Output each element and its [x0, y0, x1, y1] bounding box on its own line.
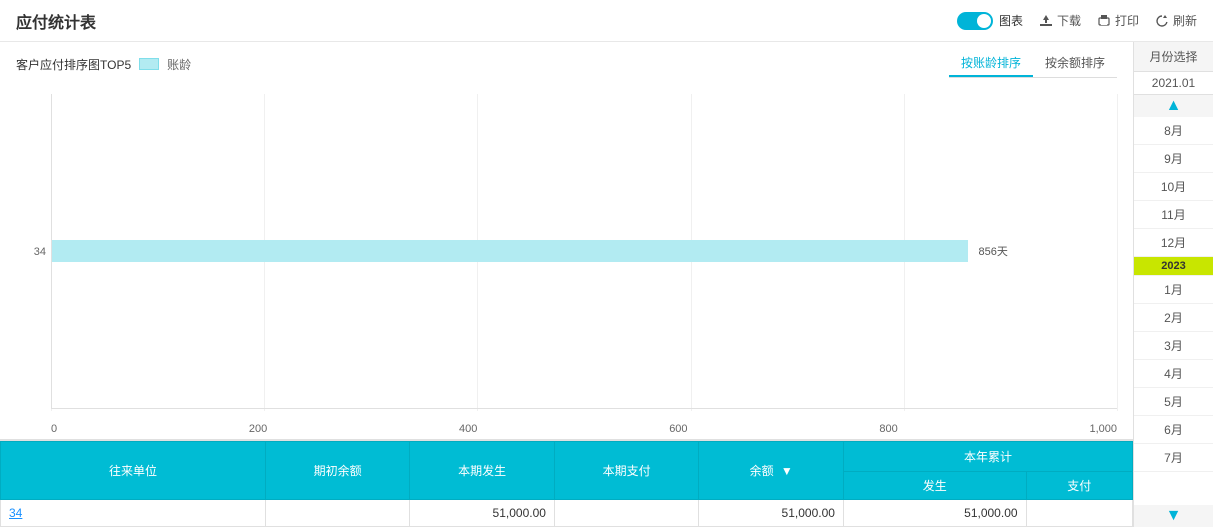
- x-label-1000: 1,000: [1089, 423, 1117, 435]
- x-label-400: 400: [459, 423, 477, 435]
- sidebar-down-button[interactable]: ▼: [1134, 505, 1213, 527]
- th-nian-zhifu: 支付: [1026, 472, 1132, 500]
- refresh-button[interactable]: 刷新: [1155, 12, 1197, 29]
- td-benzhifu: [554, 500, 699, 527]
- chevron-down-icon: ▼: [1166, 508, 1182, 524]
- sidebar-month-3[interactable]: 3月: [1134, 332, 1213, 360]
- td-nian-fasheng: 51,000.00: [843, 500, 1026, 527]
- sidebar-month-5[interactable]: 5月: [1134, 388, 1213, 416]
- x-labels: 0 200 400 600 800 1,000: [51, 423, 1117, 439]
- th-qichu: 期初余额: [265, 442, 410, 500]
- chart-toggle-wrap: 图表: [957, 12, 1023, 30]
- x-label-0: 0: [51, 423, 57, 435]
- chart-toggle[interactable]: [957, 12, 993, 30]
- sidebar-month-2[interactable]: 2月: [1134, 304, 1213, 332]
- sidebar-year: 2021.01: [1134, 72, 1213, 95]
- bar-value: 856天: [979, 243, 1008, 259]
- app-container: 应付统计表 图表 下载 打印 刷新: [0, 0, 1213, 527]
- sort-tab-balance[interactable]: 按余额排序: [1033, 50, 1117, 77]
- td-yue: 51,000.00: [699, 500, 844, 527]
- page-title: 应付统计表: [16, 9, 96, 33]
- download-icon: [1039, 14, 1053, 28]
- sidebar-month-10[interactable]: 10月: [1134, 173, 1213, 201]
- sort-tabs: 按账龄排序 按余额排序: [949, 50, 1117, 78]
- print-icon: [1097, 14, 1111, 28]
- chart-legend: 客户应付排序图TOP5 账龄: [16, 56, 191, 73]
- chart-area: 34 856天: [16, 94, 1117, 439]
- td-nian-zhifu: [1026, 500, 1132, 527]
- table-wrap: 往来单位 期初余额 本期发生 本期支付 余额 ▼ 本年累计: [0, 441, 1133, 527]
- download-button[interactable]: 下载: [1039, 12, 1081, 29]
- legend-box: [139, 58, 159, 70]
- table-row: 34 51,000.00 51,000.00 51,000.00: [1, 500, 1133, 527]
- sidebar-month-11[interactable]: 11月: [1134, 201, 1213, 229]
- th-benzhifu: 本期支付: [554, 442, 699, 500]
- chart-wrap: 34 856天: [0, 86, 1133, 439]
- td-qichu: [265, 500, 410, 527]
- th-nianlei: 本年累计: [843, 442, 1132, 472]
- print-button[interactable]: 打印: [1097, 12, 1139, 29]
- bar: 856天: [52, 240, 968, 262]
- sidebar-month-9[interactable]: 9月: [1134, 145, 1213, 173]
- sort-icon[interactable]: ▼: [781, 464, 793, 478]
- table-section: 往来单位 期初余额 本期发生 本期支付 余额 ▼ 本年累计: [0, 439, 1133, 527]
- y-axis: 34: [16, 94, 46, 409]
- y-label: 34: [16, 246, 46, 258]
- legend-label: 账龄: [167, 56, 191, 73]
- sidebar-month-12[interactable]: 12月: [1134, 229, 1213, 257]
- refresh-icon: [1155, 14, 1169, 28]
- main-content: 客户应付排序图TOP5 账龄 按账龄排序 按余额排序 34: [0, 42, 1213, 527]
- th-nian-fasheng: 发生: [843, 472, 1026, 500]
- td-unit[interactable]: 34: [1, 500, 266, 527]
- toggle-label: 图表: [999, 12, 1023, 29]
- sidebar-header: 月份选择: [1134, 42, 1213, 72]
- th-unit: 往来单位: [1, 442, 266, 500]
- sidebar: 月份选择 2021.01 ▲ 8月 9月 10月 11月 12月 2023 1月…: [1133, 42, 1213, 527]
- header: 应付统计表 图表 下载 打印 刷新: [0, 0, 1213, 42]
- chart-header: 客户应付排序图TOP5 账龄 按账龄排序 按余额排序: [0, 42, 1133, 86]
- td-benfasheng: 51,000.00: [410, 500, 555, 527]
- x-label-600: 600: [669, 423, 687, 435]
- sidebar-year-marker: 2023: [1134, 257, 1213, 276]
- chevron-up-icon: ▲: [1166, 98, 1182, 114]
- grid-line-5: [1117, 94, 1118, 411]
- chart-inner: 856天: [51, 94, 1117, 409]
- bar-container: 856天: [52, 237, 1117, 265]
- sidebar-month-4[interactable]: 4月: [1134, 360, 1213, 388]
- sidebar-month-1[interactable]: 1月: [1134, 276, 1213, 304]
- data-table: 往来单位 期初余额 本期发生 本期支付 余额 ▼ 本年累计: [0, 441, 1133, 527]
- download-label: 下载: [1057, 12, 1081, 29]
- sidebar-month-8[interactable]: 8月: [1134, 117, 1213, 145]
- x-axis: 0 200 400 600 800 1,000: [51, 411, 1117, 439]
- header-actions: 图表 下载 打印 刷新: [957, 12, 1197, 30]
- sidebar-scroll: 8月 9月 10月 11月 12月 2023 1月 2月 3月 4月 5月 6月…: [1134, 117, 1213, 505]
- sidebar-month-6[interactable]: 6月: [1134, 416, 1213, 444]
- th-yue: 余额 ▼: [699, 442, 844, 500]
- refresh-label: 刷新: [1173, 12, 1197, 29]
- print-label: 打印: [1115, 12, 1139, 29]
- sort-tab-age[interactable]: 按账龄排序: [949, 50, 1033, 77]
- x-label-200: 200: [249, 423, 267, 435]
- chart-section: 客户应付排序图TOP5 账龄 按账龄排序 按余额排序 34: [0, 42, 1133, 527]
- sidebar-up-button[interactable]: ▲: [1134, 95, 1213, 117]
- chart-title-label: 客户应付排序图TOP5: [16, 56, 131, 73]
- x-label-800: 800: [879, 423, 897, 435]
- sidebar-month-7[interactable]: 7月: [1134, 444, 1213, 472]
- th-benfasheng: 本期发生: [410, 442, 555, 500]
